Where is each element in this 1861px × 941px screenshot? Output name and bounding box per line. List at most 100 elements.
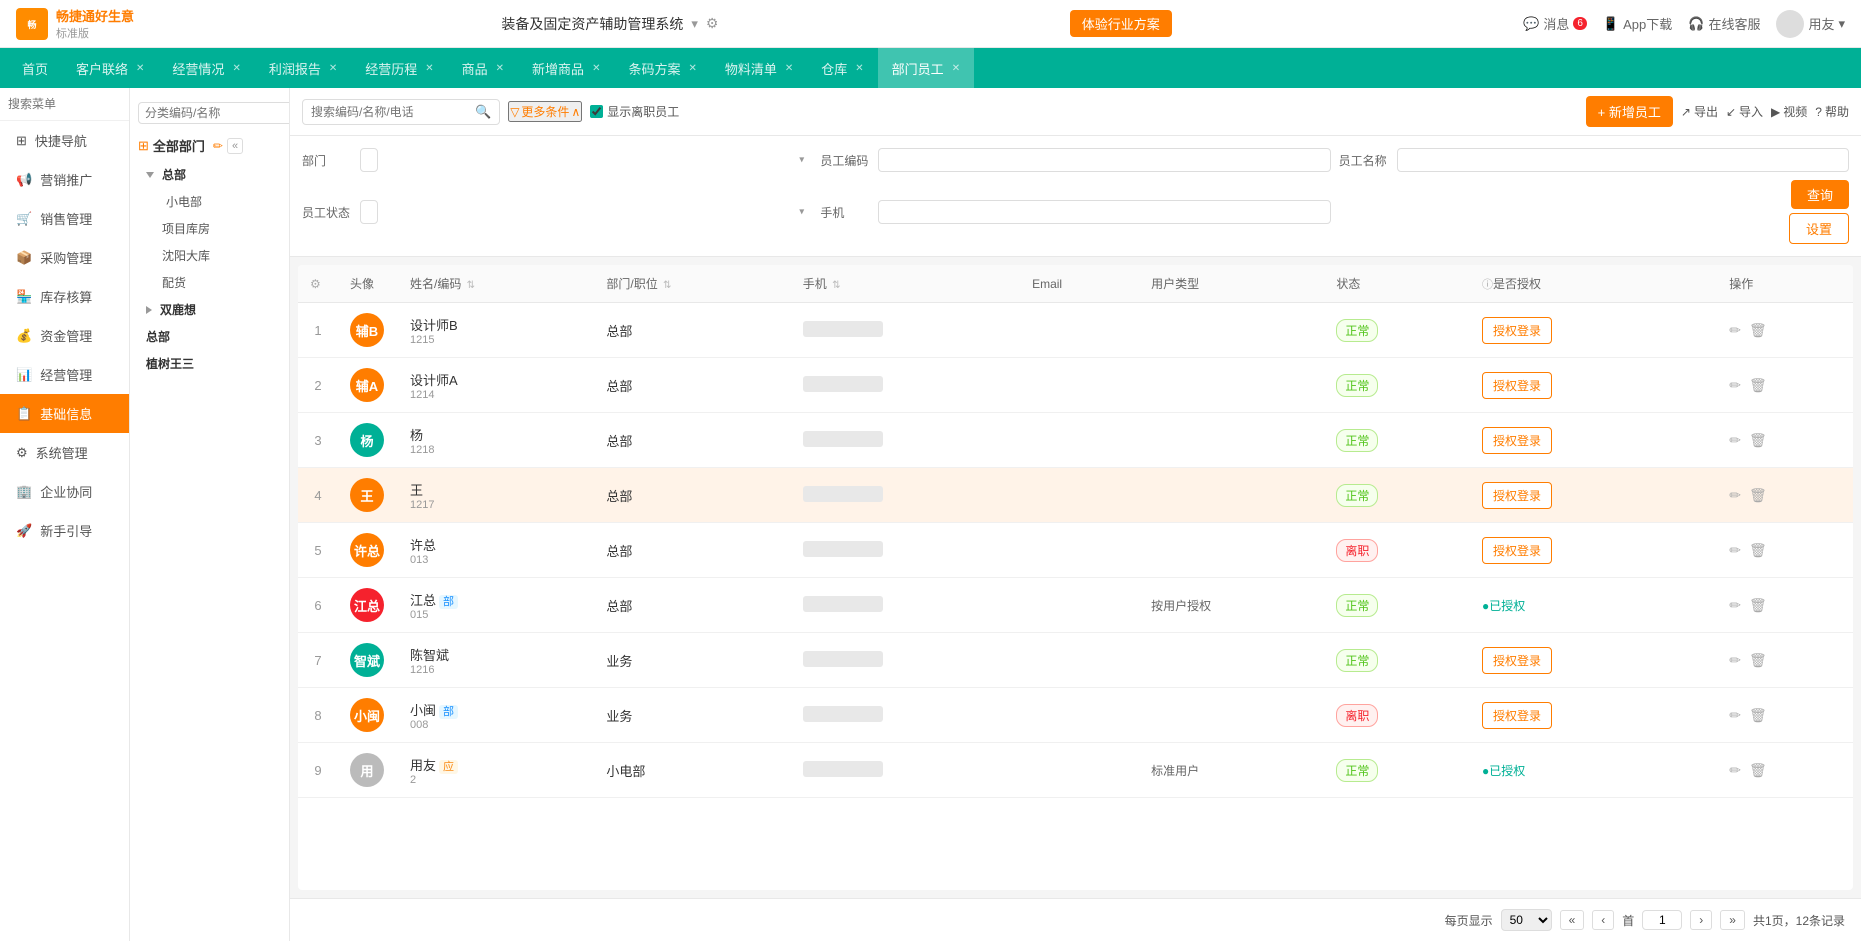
dept-group-plant-header[interactable]: 植树王三 bbox=[138, 350, 289, 377]
dept-edit-icon[interactable]: ✏ bbox=[213, 139, 223, 153]
import-button[interactable]: ↙ 导入 bbox=[1726, 103, 1763, 120]
prev-page-button[interactable]: ‹ bbox=[1592, 910, 1614, 930]
dept-search-input[interactable] bbox=[138, 102, 290, 124]
next-page-button[interactable]: › bbox=[1690, 910, 1712, 930]
employee-search-input[interactable] bbox=[311, 105, 471, 119]
filter-name-input[interactable] bbox=[1397, 148, 1849, 172]
close-newgoods-tab[interactable]: ✕ bbox=[592, 63, 600, 74]
tab-new-goods[interactable]: 新增商品✕ bbox=[518, 48, 614, 88]
delete-button[interactable]: 🗑 bbox=[1749, 597, 1767, 614]
tab-history[interactable]: 经营历程✕ bbox=[351, 48, 447, 88]
first-page-button[interactable]: « bbox=[1560, 910, 1585, 930]
add-employee-button[interactable]: + 新增员工 bbox=[1586, 96, 1673, 127]
per-page-select[interactable]: 50 100 200 bbox=[1501, 909, 1552, 931]
delete-button[interactable]: 🗑 bbox=[1749, 707, 1767, 724]
system-dropdown-icon[interactable]: ▾ bbox=[691, 16, 698, 32]
delete-button[interactable]: 🗑 bbox=[1749, 652, 1767, 669]
dept-collapse-button[interactable]: « bbox=[227, 138, 243, 154]
tab-bom[interactable]: 物料清单✕ bbox=[711, 48, 807, 88]
auth-login-button[interactable]: 授权登录 bbox=[1482, 537, 1552, 564]
close-operation-tab[interactable]: ✕ bbox=[232, 63, 240, 74]
export-button[interactable]: ↗ 导出 bbox=[1681, 103, 1718, 120]
delete-button[interactable]: 🗑 bbox=[1749, 432, 1767, 449]
filter-set-button[interactable]: 设置 bbox=[1789, 213, 1849, 244]
delete-button[interactable]: 🗑 bbox=[1749, 487, 1767, 504]
dept-group-general-header[interactable]: 总部 bbox=[138, 161, 289, 188]
delete-button[interactable]: 🗑 bbox=[1749, 377, 1767, 394]
last-page-button[interactable]: » bbox=[1720, 910, 1745, 930]
edit-button[interactable]: ✏ bbox=[1729, 487, 1741, 504]
auth-login-button[interactable]: 授权登录 bbox=[1482, 482, 1552, 509]
close-goods-tab[interactable]: ✕ bbox=[496, 63, 504, 74]
dept-item-xiaodian[interactable]: 小电部 bbox=[138, 188, 289, 215]
tab-employee[interactable]: 部门员工✕ bbox=[878, 48, 974, 88]
delete-button[interactable]: 🗑 bbox=[1749, 542, 1767, 559]
sort-name-icon[interactable]: ⇅ bbox=[467, 280, 475, 291]
close-profit-tab[interactable]: ✕ bbox=[329, 63, 337, 74]
sidebar-item-corp[interactable]: 🏢 企业协同 bbox=[0, 472, 129, 511]
sidebar-item-operation[interactable]: 📊 经营管理 bbox=[0, 355, 129, 394]
dept-item-project[interactable]: 项目库房 bbox=[138, 215, 289, 242]
filter-status-select[interactable] bbox=[360, 200, 378, 224]
sidebar-item-sales[interactable]: 🛒 销售管理 bbox=[0, 199, 129, 238]
edit-button[interactable]: ✏ bbox=[1729, 542, 1741, 559]
auth-info-icon[interactable]: ⓘ bbox=[1482, 279, 1493, 291]
edit-button[interactable]: ✏ bbox=[1729, 652, 1741, 669]
close-history-tab[interactable]: ✕ bbox=[425, 63, 433, 74]
filter-search-button[interactable]: 查询 bbox=[1791, 180, 1849, 209]
edit-button[interactable]: ✏ bbox=[1729, 762, 1741, 779]
close-customer-tab[interactable]: ✕ bbox=[136, 63, 144, 74]
tab-customer[interactable]: 客户联络✕ bbox=[62, 48, 158, 88]
close-warehouse-tab[interactable]: ✕ bbox=[855, 63, 863, 74]
sidebar-item-basic-info[interactable]: 📋 基础信息 bbox=[0, 394, 129, 433]
edit-button[interactable]: ✏ bbox=[1729, 597, 1741, 614]
message-button[interactable]: 💬 消息 6 bbox=[1523, 14, 1587, 33]
auth-login-button[interactable]: 授权登录 bbox=[1482, 372, 1552, 399]
page-number-input[interactable] bbox=[1642, 910, 1682, 930]
auth-login-button[interactable]: 授权登录 bbox=[1482, 427, 1552, 454]
dept-item-shenyang[interactable]: 沈阳大库 bbox=[138, 242, 289, 269]
delete-button[interactable]: 🗑 bbox=[1749, 762, 1767, 779]
filter-dept-select[interactable] bbox=[360, 148, 378, 172]
tab-profit[interactable]: 利润报告✕ bbox=[255, 48, 351, 88]
tab-warehouse[interactable]: 仓库✕ bbox=[807, 48, 877, 88]
dept-item-distribution[interactable]: 配货 bbox=[138, 269, 289, 296]
sort-phone-icon[interactable]: ⇅ bbox=[832, 280, 840, 291]
sort-dept-icon[interactable]: ⇅ bbox=[663, 280, 671, 291]
close-bom-tab[interactable]: ✕ bbox=[785, 63, 793, 74]
sidebar-item-inventory[interactable]: 🏪 库存核算 bbox=[0, 277, 129, 316]
filter-code-input[interactable] bbox=[878, 148, 1330, 172]
sidebar-item-purchase[interactable]: 📦 采购管理 bbox=[0, 238, 129, 277]
sidebar-search-input[interactable] bbox=[8, 97, 130, 111]
tab-barcode[interactable]: 条码方案✕ bbox=[614, 48, 710, 88]
show-resigned-checkbox[interactable] bbox=[590, 105, 603, 118]
edit-button[interactable]: ✏ bbox=[1729, 432, 1741, 449]
sidebar-item-system[interactable]: ⚙ 系统管理 bbox=[0, 433, 129, 472]
tab-operation[interactable]: 经营情况✕ bbox=[158, 48, 254, 88]
tab-goods[interactable]: 商品✕ bbox=[448, 48, 518, 88]
settings-col-icon[interactable]: ⚙ bbox=[310, 277, 321, 291]
auth-login-button[interactable]: 授权登录 bbox=[1482, 702, 1552, 729]
filter-phone-input[interactable] bbox=[878, 200, 1330, 224]
employee-search-icon[interactable]: 🔍 bbox=[475, 104, 491, 120]
edit-button[interactable]: ✏ bbox=[1729, 377, 1741, 394]
tab-home[interactable]: 首页 bbox=[8, 48, 62, 88]
close-employee-tab[interactable]: ✕ bbox=[952, 63, 960, 74]
sidebar-item-marketing[interactable]: 📢 营销推广 bbox=[0, 160, 129, 199]
trial-button[interactable]: 体验行业方案 bbox=[1070, 10, 1172, 37]
view-button[interactable]: ▶ 视频 bbox=[1771, 103, 1807, 120]
online-service-button[interactable]: 🎧 在线客服 bbox=[1688, 14, 1760, 33]
sidebar-item-guide[interactable]: 🚀 新手引导 bbox=[0, 511, 129, 550]
delete-button[interactable]: 🗑 bbox=[1749, 322, 1767, 339]
sidebar-item-finance[interactable]: 💰 资金管理 bbox=[0, 316, 129, 355]
sidebar-item-quick-nav[interactable]: ⊞ 快捷导航 bbox=[0, 121, 129, 160]
close-barcode-tab[interactable]: ✕ bbox=[688, 63, 696, 74]
auth-login-button[interactable]: 授权登录 bbox=[1482, 647, 1552, 674]
dept-group-general2-header[interactable]: 总部 bbox=[138, 323, 289, 350]
user-menu[interactable]: 用友 ▾ bbox=[1776, 10, 1845, 38]
auth-login-button[interactable]: 授权登录 bbox=[1482, 317, 1552, 344]
more-filter-button[interactable]: ▽ 更多条件 ∧ bbox=[508, 101, 582, 122]
edit-button[interactable]: ✏ bbox=[1729, 707, 1741, 724]
dept-group-shuanglu-header[interactable]: 双鹿想 bbox=[138, 296, 289, 323]
help-button[interactable]: ? 帮助 bbox=[1815, 103, 1849, 120]
